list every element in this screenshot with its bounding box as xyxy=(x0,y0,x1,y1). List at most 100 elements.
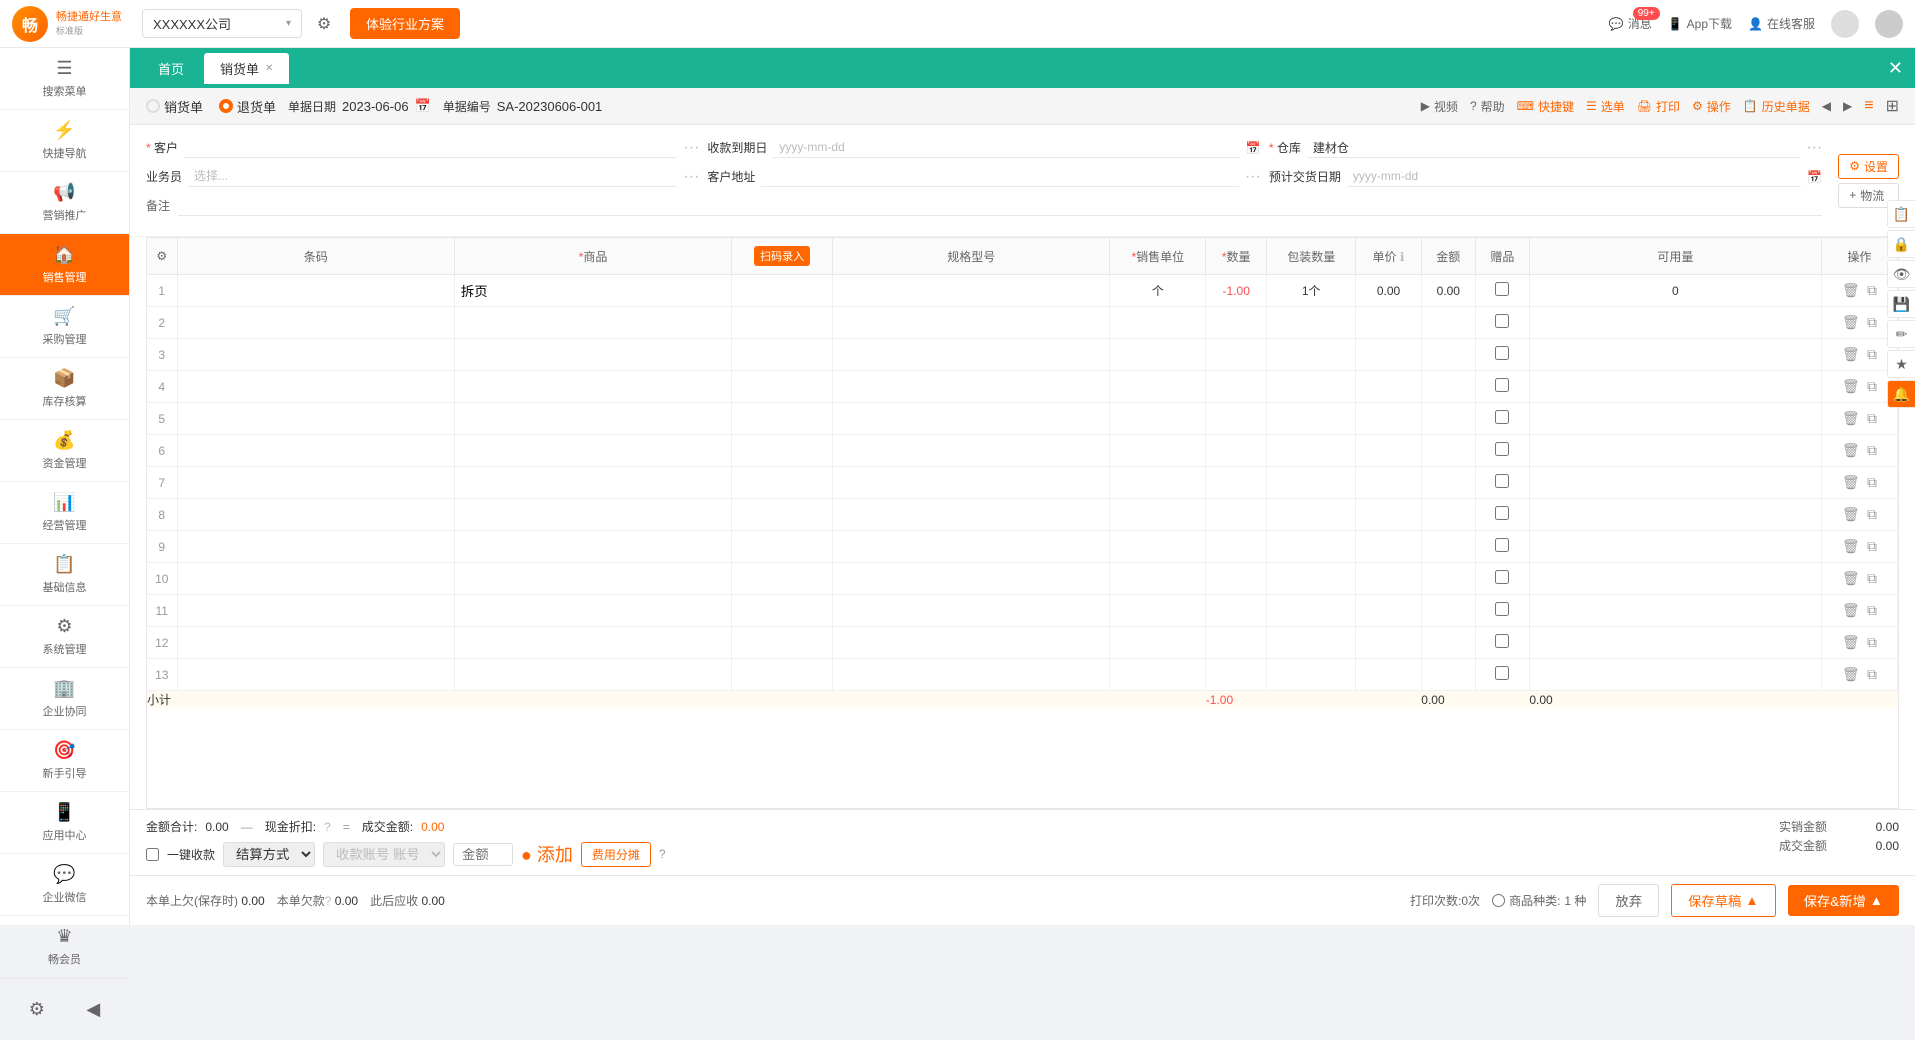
cell-gift[interactable] xyxy=(1475,563,1529,595)
product-input[interactable] xyxy=(461,379,725,394)
cell-qty[interactable] xyxy=(1206,563,1267,595)
radio-return-order[interactable]: 退货单 xyxy=(219,97,276,116)
message-button[interactable]: 💬 消息 99+ xyxy=(1609,15,1652,32)
cell-unit-price[interactable] xyxy=(1356,659,1422,691)
action-operation[interactable]: ⚙ 操作 xyxy=(1692,98,1731,115)
cell-unit[interactable] xyxy=(1110,499,1206,531)
cell-barcode[interactable] xyxy=(177,307,454,339)
cell-pack-qty[interactable] xyxy=(1267,403,1356,435)
cell-spec[interactable] xyxy=(833,531,1110,563)
salesperson-input[interactable] xyxy=(188,166,677,187)
spec-input[interactable] xyxy=(839,635,1103,650)
cell-pack-qty[interactable] xyxy=(1267,595,1356,627)
delete-icon[interactable]: 🗑 xyxy=(1842,282,1860,298)
barcode-input[interactable] xyxy=(184,603,448,618)
cell-qty[interactable] xyxy=(1206,371,1267,403)
cell-barcode[interactable] xyxy=(177,531,454,563)
one-click-pay-checkbox[interactable] xyxy=(146,848,159,861)
expected-delivery-calendar-icon[interactable]: 📅 xyxy=(1807,170,1822,184)
copy-icon[interactable]: ⧉ xyxy=(1867,602,1877,618)
cell-spec[interactable] xyxy=(833,467,1110,499)
cell-amount[interactable] xyxy=(1421,371,1475,403)
right-tool-5[interactable]: ✏ xyxy=(1887,320,1915,348)
spec-input[interactable] xyxy=(839,379,1103,394)
delete-icon[interactable]: 🗑 xyxy=(1842,666,1860,682)
cell-gift[interactable] xyxy=(1475,403,1529,435)
copy-icon[interactable]: ⧉ xyxy=(1867,314,1877,330)
right-tool-1[interactable]: 📋 xyxy=(1887,200,1915,228)
account-select[interactable]: 收款账号 账号 xyxy=(323,842,445,867)
nav-next-icon[interactable]: ▶ xyxy=(1843,99,1852,113)
nav-prev-icon[interactable]: ◀ xyxy=(1822,99,1831,113)
cell-unit-price[interactable] xyxy=(1356,627,1422,659)
action-select[interactable]: ☰ 选单 xyxy=(1586,98,1625,115)
cell-amount[interactable] xyxy=(1421,435,1475,467)
cell-pack-qty[interactable] xyxy=(1267,659,1356,691)
gift-checkbox[interactable] xyxy=(1495,634,1509,648)
cell-pack-qty[interactable] xyxy=(1267,371,1356,403)
gift-checkbox[interactable] xyxy=(1495,346,1509,360)
payment-amount-input[interactable] xyxy=(453,843,513,866)
cell-unit-price[interactable] xyxy=(1356,339,1422,371)
delete-icon[interactable]: 🗑 xyxy=(1842,410,1860,426)
company-selector[interactable]: XXXXXX公司 ▾ xyxy=(142,9,302,38)
product-input[interactable] xyxy=(461,315,725,330)
action-video[interactable]: ▶ 视频 xyxy=(1421,98,1458,115)
product-input[interactable] xyxy=(461,507,725,522)
cell-product[interactable] xyxy=(454,659,731,691)
customer-input[interactable] xyxy=(184,137,677,158)
sidebar-item-inventory[interactable]: 📦 库存核算 xyxy=(0,358,129,420)
barcode-input[interactable] xyxy=(184,379,448,394)
cell-spec[interactable] xyxy=(833,339,1110,371)
trial-button[interactable]: 体验行业方案 xyxy=(350,8,460,39)
delete-icon[interactable]: 🗑 xyxy=(1842,506,1860,522)
gift-checkbox[interactable] xyxy=(1495,538,1509,552)
settings-gear-icon[interactable]: ⚙ xyxy=(310,10,338,38)
right-tool-4[interactable]: 💾 xyxy=(1887,290,1915,318)
barcode-input[interactable] xyxy=(184,283,448,298)
gift-checkbox[interactable] xyxy=(1495,602,1509,616)
gift-checkbox[interactable] xyxy=(1495,282,1509,296)
delete-icon[interactable]: 🗑 xyxy=(1842,602,1860,618)
sidebar-item-finance[interactable]: 💰 资金管理 xyxy=(0,420,129,482)
spec-input[interactable] xyxy=(839,603,1103,618)
cell-unit-price[interactable] xyxy=(1356,403,1422,435)
cell-qty[interactable]: -1.00 xyxy=(1206,275,1267,307)
warehouse-input[interactable] xyxy=(1307,137,1800,158)
cell-spec[interactable] xyxy=(833,627,1110,659)
cell-unit[interactable] xyxy=(1110,339,1206,371)
action-print[interactable]: 🖨 打印 xyxy=(1637,98,1680,115)
cell-unit-price[interactable] xyxy=(1356,499,1422,531)
cell-barcode[interactable] xyxy=(177,659,454,691)
cell-barcode[interactable] xyxy=(177,563,454,595)
cell-amount[interactable] xyxy=(1421,403,1475,435)
cell-barcode[interactable] xyxy=(177,467,454,499)
barcode-input[interactable] xyxy=(184,635,448,650)
gift-checkbox[interactable] xyxy=(1495,506,1509,520)
due-date-input[interactable] xyxy=(773,137,1239,158)
cell-barcode[interactable] xyxy=(177,339,454,371)
cell-amount[interactable] xyxy=(1421,595,1475,627)
product-input[interactable] xyxy=(461,603,725,618)
cell-unit-price[interactable] xyxy=(1356,435,1422,467)
cell-gift[interactable] xyxy=(1475,467,1529,499)
cell-spec[interactable] xyxy=(833,307,1110,339)
expense-split-button[interactable]: 费用分摊 xyxy=(581,842,651,867)
scan-button[interactable]: 扫码录入 xyxy=(754,246,810,266)
cell-product[interactable] xyxy=(454,339,731,371)
cell-spec[interactable] xyxy=(833,275,1110,307)
right-tool-7[interactable]: 🔔 xyxy=(1887,380,1915,408)
copy-icon[interactable]: ⧉ xyxy=(1867,346,1877,362)
barcode-input[interactable] xyxy=(184,571,448,586)
sidebar-item-wechat[interactable]: 💬 企业微信 xyxy=(0,854,129,916)
cell-gift[interactable] xyxy=(1475,371,1529,403)
address-more-icon[interactable]: ··· xyxy=(1245,168,1261,186)
add-payment-button[interactable]: ● 添加 xyxy=(521,841,573,867)
notes-input[interactable] xyxy=(178,195,1822,216)
spec-input[interactable] xyxy=(839,283,1103,298)
cell-spec[interactable] xyxy=(833,595,1110,627)
cell-spec[interactable] xyxy=(833,435,1110,467)
cell-unit[interactable] xyxy=(1110,371,1206,403)
sidebar-item-basic-info[interactable]: 📋 基础信息 xyxy=(0,544,129,606)
spec-input[interactable] xyxy=(839,347,1103,362)
